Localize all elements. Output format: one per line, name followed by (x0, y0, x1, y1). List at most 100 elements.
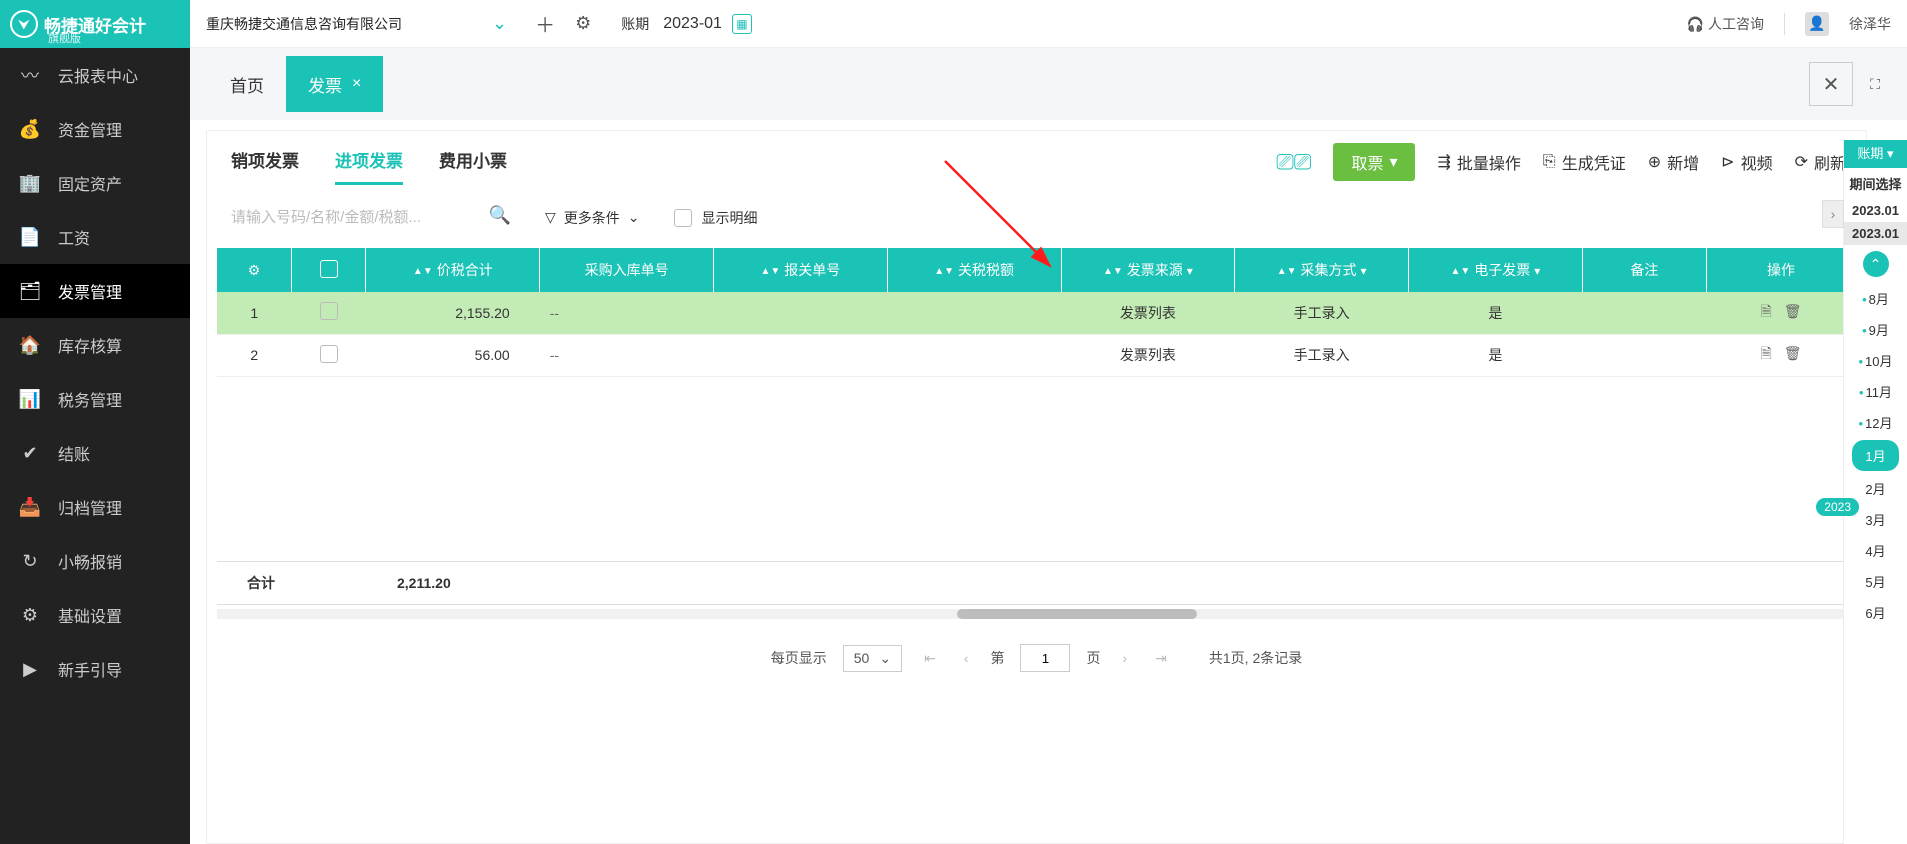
delete-icon[interactable]: 🗑 (1784, 345, 1802, 361)
search-input[interactable] (231, 203, 511, 232)
detail-toggle[interactable]: 显示明细 (674, 208, 758, 228)
table-row[interactable]: 2 56.00 -- 发票列表 手工录入 是 🗎🗑 (217, 334, 1856, 376)
company-select[interactable]: 重庆畅捷交通信息咨询有限公司 ⌄ (206, 13, 507, 34)
sidebar-item-funds[interactable]: 💰资金管理 (0, 102, 190, 156)
month-option[interactable]: •8月 (1844, 283, 1907, 314)
last-page-button[interactable]: ⇥ (1149, 650, 1173, 667)
video-label: 视频 (1741, 150, 1773, 174)
sidebar-item-inventory[interactable]: 🏠库存核算 (0, 318, 190, 372)
period-label: 账期 (621, 14, 649, 34)
sidebar-item-invoice[interactable]: 🗂发票管理 (0, 264, 190, 318)
settings-icon[interactable]: ⚙ (575, 13, 591, 34)
rail-header[interactable]: 账期 ▾ (1844, 140, 1907, 168)
username[interactable]: 徐泽华 (1849, 14, 1891, 34)
col-collect[interactable]: ▲▼采集方式▾ (1235, 248, 1409, 292)
refresh-icon: ↻ (20, 551, 40, 572)
sidebar-item-label: 税务管理 (58, 387, 122, 411)
check-icon: ✔ (20, 443, 40, 464)
scrollbar-thumb[interactable] (957, 609, 1197, 619)
page-input[interactable] (1020, 644, 1070, 672)
support-link[interactable]: 🎧 人工咨询 (1687, 14, 1764, 34)
cell-tax (887, 334, 1061, 376)
sidebar-item-salary[interactable]: 📄工资 (0, 210, 190, 264)
page-suffix: 页 (1086, 648, 1100, 668)
subtab-purchase[interactable]: 进项发票 (335, 147, 403, 185)
month-option[interactable]: 4月 (1844, 535, 1907, 566)
sidebar-item-tax[interactable]: 📊税务管理 (0, 372, 190, 426)
col-einv[interactable]: ▲▼电子发票▾ (1409, 248, 1583, 292)
month-label: 9月 (1869, 323, 1889, 338)
sidebar-item-assets[interactable]: 🏢固定资产 (0, 156, 190, 210)
add-company-button[interactable]: ＋ (535, 9, 555, 38)
per-page-select[interactable]: 50⌄ (843, 645, 902, 672)
col-checkbox[interactable] (291, 248, 365, 292)
table-row[interactable]: 1 2,155.20 -- 发票列表 手工录入 是 🗎🗑 (217, 292, 1856, 334)
delete-icon[interactable]: 🗑 (1784, 303, 1802, 319)
month-option[interactable]: 5月 (1844, 566, 1907, 597)
month-option-current[interactable]: 1月 (1852, 440, 1899, 471)
prev-page-button[interactable]: ‹ (958, 650, 975, 666)
fullscreen-icon[interactable]: ⛶ (1861, 70, 1889, 98)
sidebar-item-reimburse[interactable]: ↻小畅报销 (0, 534, 190, 588)
video-button[interactable]: ⊳视频 (1721, 150, 1772, 174)
filter-icon[interactable]: ▾ (1187, 264, 1193, 278)
first-page-button[interactable]: ⇤ (918, 650, 942, 667)
col-note[interactable]: 备注 (1582, 248, 1706, 292)
sidebar-item-report[interactable]: 〰云报表中心 (0, 48, 190, 102)
col-source[interactable]: ▲▼发票来源▾ (1061, 248, 1235, 292)
horizontal-scrollbar[interactable] (217, 609, 1856, 619)
tab-home[interactable]: 首页 (208, 56, 286, 112)
batch-button[interactable]: ⇶批量操作 (1437, 150, 1520, 174)
header-label: 价税合计 (437, 262, 493, 278)
col-tax[interactable]: ▲▼关税税额 (887, 248, 1061, 292)
filter-icon[interactable]: ▾ (1534, 264, 1540, 278)
year-option[interactable]: 2023.01 (1844, 199, 1907, 222)
search-icon[interactable]: 🔍 (489, 205, 511, 226)
fetch-button[interactable]: 取票▾ (1333, 143, 1415, 181)
more-conditions[interactable]: ▽ 更多条件 ⌄ (545, 208, 640, 228)
close-all-tabs-button[interactable]: ✕ (1809, 62, 1853, 106)
sidebar-item-label: 库存核算 (58, 333, 122, 357)
refresh-button[interactable]: ⟳刷新 (1795, 150, 1846, 174)
sidebar-item-archive[interactable]: 📥归档管理 (0, 480, 190, 534)
next-page-button[interactable]: › (1116, 650, 1133, 666)
tab-label: 首页 (230, 72, 264, 97)
qr-icon[interactable]: ⎚⎚ (1276, 149, 1311, 175)
year-option[interactable]: 2023.01 (1844, 222, 1907, 245)
scroll-top-button[interactable]: ⌃ (1863, 251, 1889, 277)
sidebar-item-close[interactable]: ✔ 结账 (0, 426, 190, 480)
close-icon[interactable]: × (352, 75, 361, 93)
filter-icon[interactable]: ▾ (1361, 264, 1367, 278)
avatar-icon[interactable]: 👤 (1805, 12, 1829, 36)
calendar-icon[interactable]: ▦ (732, 14, 752, 34)
period-value[interactable]: 2023-01 (663, 15, 722, 33)
subtab-expense[interactable]: 费用小票 (439, 147, 507, 185)
col-po[interactable]: 采购入库单号 (540, 248, 714, 292)
checkbox-icon[interactable] (674, 209, 692, 227)
cell-op: 🗎🗑 (1706, 292, 1855, 334)
month-option[interactable]: 6月 (1844, 597, 1907, 628)
col-amount[interactable]: ▲▼价税合计 (366, 248, 540, 292)
sidebar-item-guide[interactable]: ▶新手引导 (0, 642, 190, 696)
rail-title: 期间选择 (1844, 168, 1907, 199)
month-option[interactable]: •9月 (1844, 314, 1907, 345)
more-label: 更多条件 (564, 208, 620, 228)
voucher-button[interactable]: ⎘生成凭证 (1543, 150, 1626, 174)
sidebar-item-label: 发票管理 (58, 279, 122, 303)
collapse-rail-button[interactable]: › (1822, 200, 1844, 228)
cell-decl (713, 334, 887, 376)
row-checkbox[interactable] (291, 292, 365, 334)
month-option[interactable]: •12月 (1844, 407, 1907, 438)
add-button[interactable]: ⊕新增 (1648, 150, 1699, 174)
col-settings[interactable]: ⚙ (217, 248, 291, 292)
subtab-sales[interactable]: 销项发票 (231, 147, 299, 185)
view-icon[interactable]: 🗎 (1760, 303, 1771, 319)
month-option[interactable]: •11月 (1844, 376, 1907, 407)
row-checkbox[interactable] (291, 334, 365, 376)
sidebar-item-label: 结账 (58, 441, 90, 465)
view-icon[interactable]: 🗎 (1760, 345, 1771, 361)
sidebar-item-settings[interactable]: ⚙基础设置 (0, 588, 190, 642)
col-decl[interactable]: ▲▼报关单号 (713, 248, 887, 292)
month-option[interactable]: •10月 (1844, 345, 1907, 376)
tab-invoice[interactable]: 发票× (286, 56, 383, 112)
